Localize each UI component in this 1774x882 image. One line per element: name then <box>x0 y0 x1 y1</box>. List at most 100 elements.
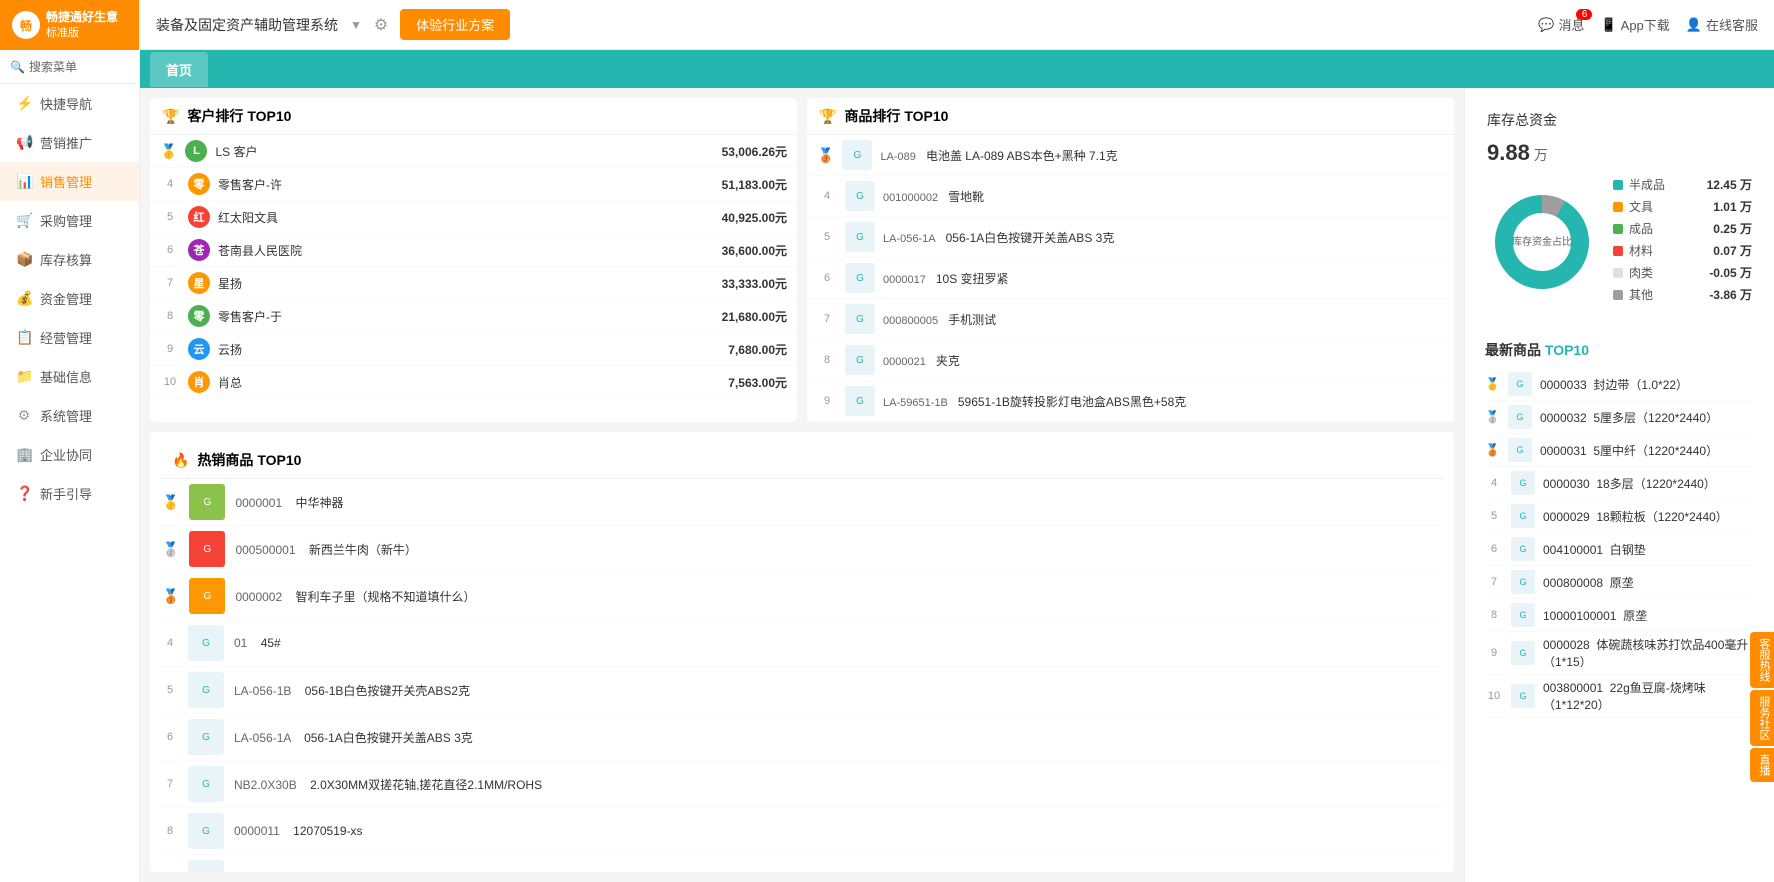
product-rank-row[interactable]: 4 G 001000002 雪地靴 <box>807 176 1454 217</box>
new-product-row[interactable]: 8 G 10000100001 原垄 <box>1485 599 1754 632</box>
finance-icon: 💰 <box>16 290 32 307</box>
hot-product-row[interactable]: 8 G 0000011 12070519-xs <box>160 808 1444 855</box>
new-product-row[interactable]: 7 G 000800008 原垄 <box>1485 566 1754 599</box>
hot-product-name: 2.0X30MM双搓花轴,搓花直径2.1MM/ROHS <box>310 778 542 792</box>
customer-rank-row[interactable]: 🥇 L LS 客户 53,006.26元 <box>150 135 797 168</box>
hot-product-info: NB2.0X30B 2.0X30MM双搓花轴,搓花直径2.1MM/ROHS <box>234 776 1442 793</box>
hot-product-thumbnail: G <box>188 719 224 755</box>
new-product-row[interactable]: 🥇 G 0000033 封边带（1.0*22） <box>1485 368 1754 401</box>
new-product-thumbnail: G <box>1511 537 1535 561</box>
customer-rank-row[interactable]: 7 星 星扬 33,333.00元 <box>150 267 797 300</box>
trial-button[interactable]: 体验行业方案 <box>400 9 510 40</box>
sidebar-item-inventory[interactable]: 📦 库存核算 <box>0 240 139 279</box>
hot-rank-number: 4 <box>162 637 178 649</box>
product-rank-row[interactable]: 🥉 G LA-089 电池盖 LA-089 ABS本色+黑种 7.1克 <box>807 135 1454 176</box>
content-area: 🏆 客户排行 TOP10 🥇 L LS 客户 53,006.26元 4 零 零售… <box>140 88 1774 882</box>
new-product-thumbnail: G <box>1511 684 1535 708</box>
new-product-row[interactable]: 9 G 0000028 体碗蔬核味苏打饮品400毫升（1*15） <box>1485 632 1754 675</box>
nav-tabs: 首页 <box>140 50 1774 88</box>
hot-product-row[interactable]: 🥈 G 000500001 新西兰牛肉（新牛） <box>160 526 1444 573</box>
dropdown-icon[interactable]: ▼ <box>350 18 362 32</box>
rank-number: 5 <box>817 231 837 243</box>
message-icon: 💬 <box>1538 17 1554 33</box>
sidebar-item-marketing[interactable]: 📢 营销推广 <box>0 123 139 162</box>
sidebar-search-area[interactable]: 🔍 搜索菜单 <box>0 50 139 84</box>
customer-rank-row[interactable]: 5 红 红太阳文具 40,925.00元 <box>150 201 797 234</box>
cs-float-button[interactable]: 客服热线 <box>1750 632 1774 688</box>
sidebar-item-operation[interactable]: 📋 经营管理 <box>0 318 139 357</box>
sidebar-item-system[interactable]: ⚙ 系统管理 <box>0 396 139 435</box>
trophy-icon: 🏆 <box>162 108 179 125</box>
legend-category-name: 半成品 <box>1629 176 1701 193</box>
app-download-button[interactable]: 📱 App下载 <box>1600 15 1669 34</box>
customer-badge: 苍 <box>188 239 210 261</box>
product-rank-row[interactable]: 8 G 0000021 夹克 <box>807 340 1454 381</box>
product-name: 夹克 <box>936 354 960 368</box>
sidebar-item-quicknav[interactable]: ⚡ 快捷导航 <box>0 84 139 123</box>
sidebar-item-finance[interactable]: 💰 资金管理 <box>0 279 139 318</box>
search-menu-button[interactable]: 🔍 搜索菜单 <box>10 58 77 75</box>
product-rank-row[interactable]: 5 G LA-056-1A 056-1A白色按键开关盖ABS 3克 <box>807 217 1454 258</box>
product-ranking-title: 商品排行 TOP10 <box>844 106 948 126</box>
new-product-row[interactable]: 4 G 0000030 18多层（1220*2440） <box>1485 467 1754 500</box>
donut-chart: 库存资金占比 <box>1487 187 1597 297</box>
product-rank-row[interactable]: 9 G LA-59651-1B 59651-1B旋转投影灯电池盒ABS黑色+58… <box>807 381 1454 422</box>
hot-product-info: 0000011 12070519-xs <box>234 824 1442 838</box>
tab-home[interactable]: 首页 <box>150 52 208 87</box>
product-rank-row[interactable]: 6 G 0000017 10S 变扭罗紧 <box>807 258 1454 299</box>
customer-rank-row[interactable]: 6 苍 苍南县人民医院 36,600.00元 <box>150 234 797 267</box>
rank-number: 9 <box>817 395 837 407</box>
customer-rank-row[interactable]: 8 零 零售客户-于 21,680.00元 <box>150 300 797 333</box>
customer-rank-row[interactable]: 9 云 云扬 7,680.00元 <box>150 333 797 366</box>
new-product-rank-number: 10 <box>1485 690 1503 702</box>
online-service-button[interactable]: 👤 在线客服 <box>1686 15 1758 34</box>
hot-product-row[interactable]: 7 G NB2.0X30B 2.0X30MM双搓花轴,搓花直径2.1MM/ROH… <box>160 761 1444 808</box>
message-button[interactable]: 💬 消息 6 <box>1538 15 1584 34</box>
legend-color-dot <box>1613 268 1623 278</box>
hot-rank-number: 5 <box>162 684 178 696</box>
sidebar-item-sales[interactable]: 📊 销售管理 <box>0 162 139 201</box>
new-product-row[interactable]: 6 G 004100001 白钢垫 <box>1485 533 1754 566</box>
hot-product-row[interactable]: 6 G LA-056-1A 056-1A白色按键开关盖ABS 3克 <box>160 714 1444 761</box>
product-name: 59651-1B旋转投影灯电池盒ABS黑色+58克 <box>958 395 1186 409</box>
legend-category-name: 其他 <box>1629 286 1703 303</box>
sidebar-item-enterprise[interactable]: 🏢 企业协同 <box>0 435 139 474</box>
hot-product-row[interactable]: 🥉 G 0000002 智利车子里（规格不知道填什么） <box>160 573 1444 620</box>
sidebar-item-basic[interactable]: 📁 基础信息 <box>0 357 139 396</box>
new-product-row[interactable]: 5 G 0000029 18颗粒板（1220*2440） <box>1485 500 1754 533</box>
new-product-row[interactable]: 🥈 G 0000032 5厘多层（1220*2440） <box>1485 401 1754 434</box>
new-product-rank-number: 9 <box>1485 647 1503 659</box>
hot-products-title: 热销商品 TOP10 <box>197 450 301 470</box>
hot-product-row[interactable]: 🥇 G 0000001 中华神器 <box>160 479 1444 526</box>
inventory-value: 9.88 <box>1487 140 1530 166</box>
new-product-info: 0000029 18颗粒板（1220*2440） <box>1543 508 1754 525</box>
customer-rank-row[interactable]: 10 肖 肖总 7,563.00元 <box>150 366 797 399</box>
product-info: LA-59651-1B 59651-1B旋转投影灯电池盒ABS黑色+58克 <box>883 393 1444 410</box>
purchase-icon: 🛒 <box>16 212 32 229</box>
hot-product-thumbnail: G <box>188 813 224 849</box>
hot-product-info: KK-SD22110H 花语萌恒温分腿睡袋（厚款） <box>234 870 1442 873</box>
customer-rank-row[interactable]: 4 零 零售客户-许 51,183.00元 <box>150 168 797 201</box>
hot-product-row[interactable]: 4 G 01 45# <box>160 620 1444 667</box>
new-product-thumbnail: G <box>1511 471 1535 495</box>
settings-icon[interactable]: ⚙ <box>374 15 388 35</box>
sidebar-item-newbie[interactable]: ❓ 新手引导 <box>0 474 139 513</box>
sidebar: 畅 畅捷通好生意 标准版 🔍 搜索菜单 ⚡ 快捷导航 📢 营销推广 📊 销售管理… <box>0 0 140 882</box>
product-info: 0000021 夹克 <box>883 352 1444 369</box>
customer-name: 云扬 <box>218 341 720 358</box>
customer-ranking-title: 客户排行 TOP10 <box>187 106 291 126</box>
hot-product-row[interactable]: 5 G LA-056-1B 056-1B白色按键开关壳ABS2克 <box>160 667 1444 714</box>
sidebar-item-purchase[interactable]: 🛒 采购管理 <box>0 201 139 240</box>
cs-float-button[interactable]: 直播 <box>1750 748 1774 782</box>
cs-float-button[interactable]: 服务社区 <box>1750 690 1774 746</box>
hot-product-name: 45# <box>261 636 281 650</box>
product-info: 0000017 10S 变扭罗紧 <box>883 270 1444 287</box>
rank-number: 7 <box>160 277 180 289</box>
hot-product-info: 01 45# <box>234 636 1442 650</box>
hot-product-row[interactable]: 9 G KK-SD22110H 花语萌恒温分腿睡袋（厚款） <box>160 855 1444 872</box>
main-area: 装备及固定资产辅助管理系统 ▼ ⚙ 体验行业方案 💬 消息 6 📱 App下载 … <box>140 0 1774 882</box>
product-rank-row[interactable]: 7 G 000800005 手机测试 <box>807 299 1454 340</box>
new-product-row[interactable]: 10 G 003800001 22g鱼豆腐-烧烤味（1*12*20） <box>1485 675 1754 718</box>
new-product-row[interactable]: 🥉 G 0000031 5厘中纤（1220*2440） <box>1485 434 1754 467</box>
customer-name: 星扬 <box>218 275 714 292</box>
